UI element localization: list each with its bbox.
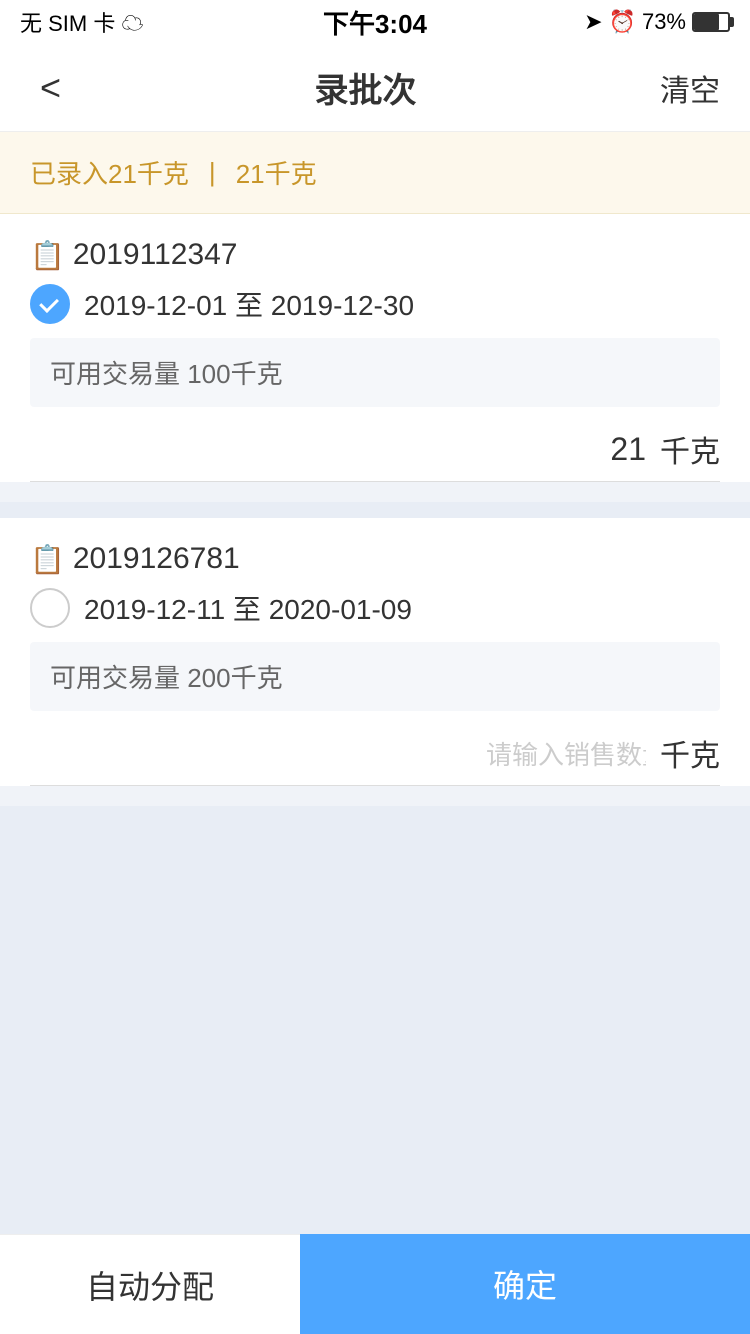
batch-1-available-qty: 可用交易量 100千克 — [30, 338, 720, 407]
batch-1-qty-row: 千克 — [0, 407, 750, 471]
batch-1-date: 2019-12-01 至 2019-12-30 — [84, 284, 414, 324]
status-left: 无 SIM 卡 ☁ — [20, 6, 143, 38]
confirm-button[interactable]: 确定 — [300, 1234, 750, 1334]
batch-2-date-row[interactable]: 2019-12-11 至 2020-01-09 — [30, 588, 720, 628]
location-icon: ➤ — [584, 9, 602, 35]
summary-recorded-text: 已录入21千克 — [30, 154, 189, 191]
batch-2-qty-input[interactable] — [486, 735, 646, 772]
batch-item-2: 📋 2019126781 2019-12-11 至 2020-01-09 可用交… — [0, 518, 750, 786]
batch-2-date: 2019-12-11 至 2020-01-09 — [84, 588, 412, 628]
batch-2-id: 2019126781 — [73, 542, 240, 576]
empty-space — [0, 806, 750, 1266]
status-bar: 无 SIM 卡 ☁ 下午3:04 ➤ ⏰ 73% — [0, 0, 750, 44]
alarm-icon: ⏰ — [609, 9, 636, 35]
summary-value-text: 21千克 — [236, 154, 317, 191]
batch-2-radio[interactable] — [30, 588, 70, 628]
no-sim-text: 无 SIM 卡 ☁ — [20, 6, 143, 38]
batch-1-radio[interactable] — [30, 284, 70, 324]
batch-2-qty-row: 千克 — [0, 711, 750, 775]
batch-1-qty-input[interactable] — [486, 431, 646, 468]
batch-1-doc-icon: 📋 — [30, 239, 65, 272]
batch-1-qty-unit: 千克 — [660, 427, 720, 471]
auto-distribute-button[interactable]: 自动分配 — [0, 1234, 300, 1334]
back-button[interactable]: < — [30, 57, 71, 119]
batch-1-id: 2019112347 — [73, 238, 238, 272]
batch-2-doc-icon: 📋 — [30, 543, 65, 576]
battery-icon — [692, 12, 730, 32]
batch-2-available-qty: 可用交易量 200千克 — [30, 642, 720, 711]
batch-2-id-row: 📋 2019126781 — [30, 542, 720, 576]
nav-bar: < 录批次 清空 — [0, 44, 750, 132]
section-divider-1 — [0, 502, 750, 518]
summary-bar: 已录入21千克 | 21千克 — [0, 132, 750, 214]
batch-1-date-row[interactable]: 2019-12-01 至 2019-12-30 — [30, 284, 720, 324]
status-time: 下午3:04 — [323, 4, 427, 41]
clear-button[interactable]: 清空 — [660, 66, 720, 110]
page-title: 录批次 — [315, 63, 417, 112]
batch-2-qty-unit: 千克 — [660, 731, 720, 775]
status-right: ➤ ⏰ 73% — [584, 9, 730, 35]
bottom-bar: 自动分配 确定 — [0, 1234, 750, 1334]
batch-item-1: 📋 2019112347 2019-12-01 至 2019-12-30 可用交… — [0, 214, 750, 482]
batch-2-underline — [30, 785, 720, 786]
batch-1-underline — [30, 481, 720, 482]
battery-text: 73% — [642, 9, 686, 35]
batch-1-id-row: 📋 2019112347 — [30, 238, 720, 272]
summary-divider: | — [209, 157, 216, 188]
